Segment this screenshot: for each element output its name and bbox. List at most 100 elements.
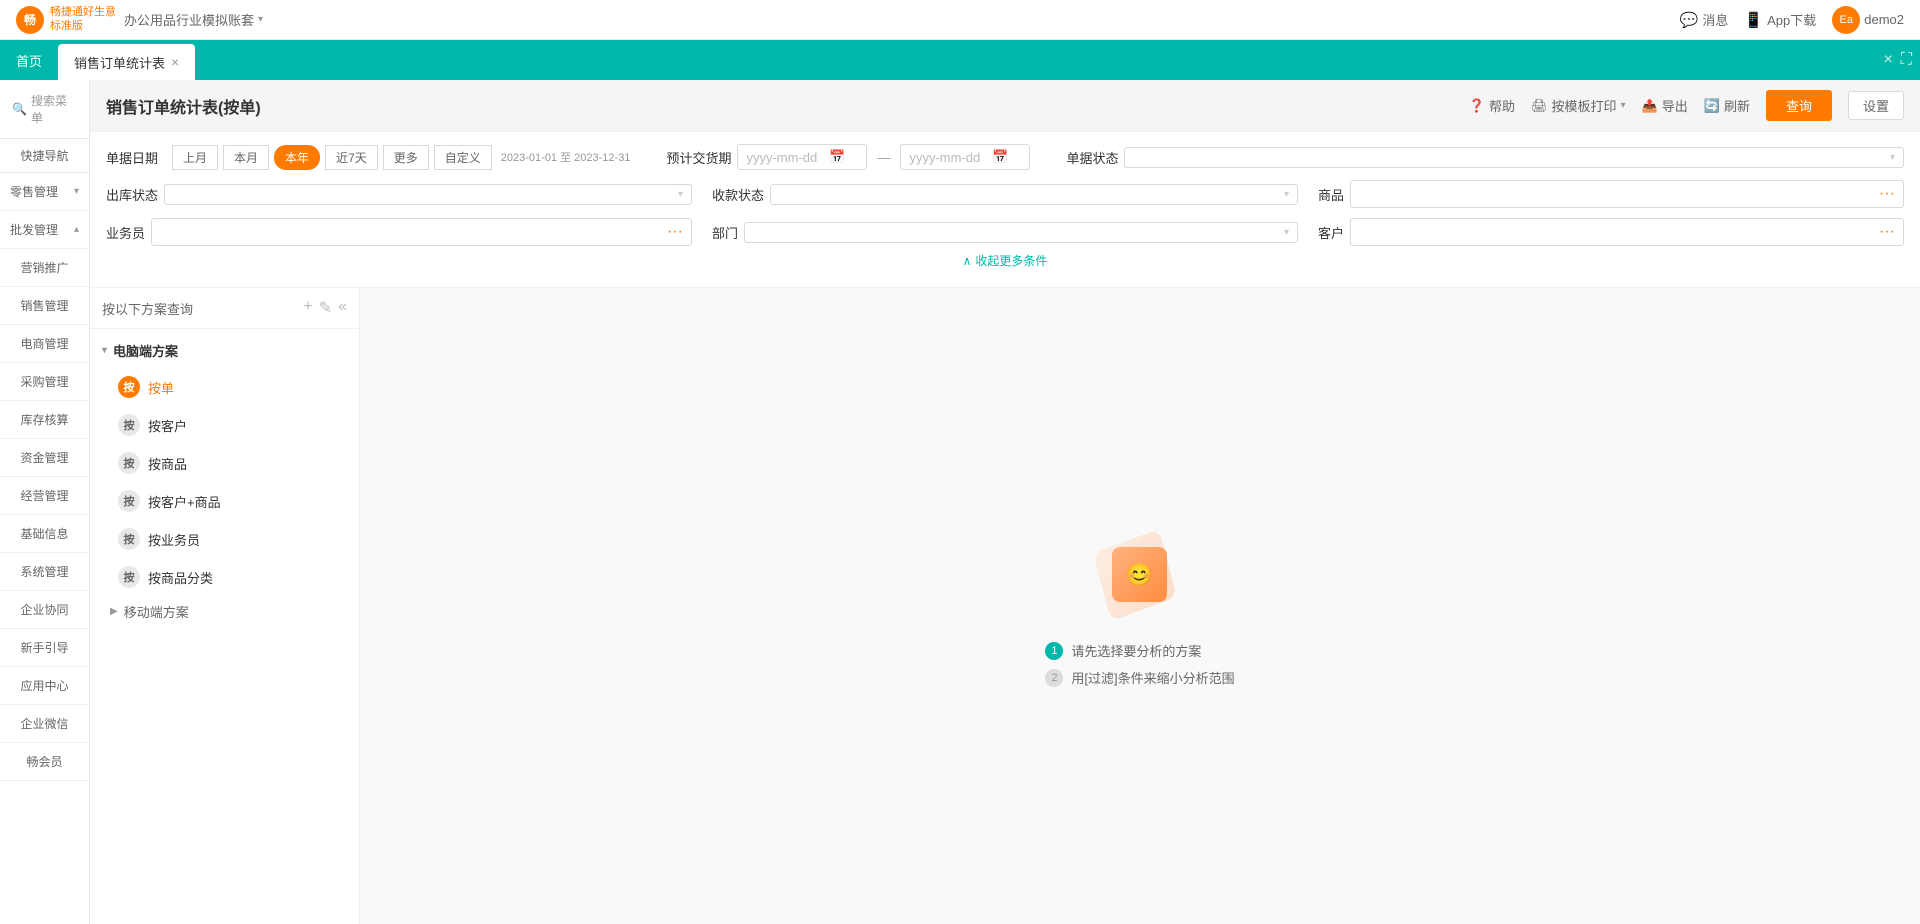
salesperson-label: 业务员 <box>106 223 145 242</box>
sidebar-search-area: 🔍 搜索菜单 <box>0 80 89 139</box>
page-title: 销售订单统计表(按单) <box>106 94 261 118</box>
sidebar-item-ecommerce[interactable]: 电商管理 <box>0 325 89 363</box>
setting-button[interactable]: 设置 <box>1848 91 1904 120</box>
sidebar-item-system[interactable]: 系统管理 <box>0 553 89 591</box>
scheme-entry-by-customer-goods[interactable]: 按 按客户+商品 <box>90 482 359 520</box>
nav-tabs: 首页 销售订单统计表 × × ⛶ <box>0 40 1920 80</box>
window-close-icon[interactable]: × <box>1883 51 1892 69</box>
collapse-icon: ∧ <box>963 254 972 268</box>
tab-home[interactable]: 首页 <box>0 40 58 80</box>
sidebar-item-basic-info[interactable]: 基础信息 <box>0 515 89 553</box>
scheme-icon-by-customer: 按 <box>118 414 140 436</box>
app-logo-icon: 畅 <box>16 6 44 34</box>
scheme-group-mobile[interactable]: ▶ 移动端方案 <box>90 596 359 627</box>
sidebar-item-enterprise-wechat[interactable]: 企业微信 <box>0 705 89 743</box>
date-more-btn[interactable]: 更多 <box>383 145 429 170</box>
date-filter-group: 单据日期 上月 本月 本年 近7天 更多 自定义 2023-01-01 至 20… <box>106 145 630 170</box>
calendar-from-icon: 📅 <box>829 149 845 165</box>
expected-date-from[interactable]: yyyy-mm-dd 📅 <box>737 144 867 170</box>
page-header: 销售订单统计表(按单) ❓ 帮助 🖨 按模板打印 ▾ 📤 导出 🔄 刷新 <box>90 80 1920 132</box>
add-scheme-icon[interactable]: + <box>303 298 312 318</box>
ship-status-arrow-icon: ▾ <box>678 189 683 200</box>
hint-badge-2: 2 <box>1045 669 1063 687</box>
sidebar-item-operations[interactable]: 经营管理 <box>0 477 89 515</box>
sidebar-item-member[interactable]: 畅会员 <box>0 743 89 781</box>
message-icon: 💬 <box>1680 11 1699 29</box>
main-content: 🔍 搜索菜单 快捷导航 零售管理 ▾ 批发管理 ▴ 营销推广 销售管理 电商管理… <box>0 80 1920 924</box>
mobile-group-arrow-icon: ▶ <box>110 606 118 617</box>
scheme-entry-by-goods[interactable]: 按 按商品 <box>90 444 359 482</box>
customer-dots-icon[interactable]: ··· <box>1879 223 1895 241</box>
scheme-entry-by-customer[interactable]: 按 按客户 <box>90 406 359 444</box>
wholesale-expand-icon: ▴ <box>74 224 79 235</box>
pay-status-arrow-icon: ▾ <box>1284 189 1289 200</box>
sidebar-item-retail[interactable]: 零售管理 ▾ <box>0 173 89 211</box>
scheme-entry-by-goods-category[interactable]: 按 按商品分类 <box>90 558 359 596</box>
sidebar: 🔍 搜索菜单 快捷导航 零售管理 ▾ 批发管理 ▴ 营销推广 销售管理 电商管理… <box>0 80 90 924</box>
date-custom-btn[interactable]: 自定义 <box>434 145 492 170</box>
ship-status-select[interactable]: ▾ <box>164 184 692 205</box>
sidebar-item-finance[interactable]: 资金管理 <box>0 439 89 477</box>
page-header-actions: ❓ 帮助 🖨 按模板打印 ▾ 📤 导出 🔄 刷新 查询 设置 <box>1469 90 1904 121</box>
scheme-entry-by-order[interactable]: 按 按单 <box>90 368 359 406</box>
refresh-button[interactable]: 🔄 刷新 <box>1704 96 1750 115</box>
tab-sales-order-stats[interactable]: 销售订单统计表 × <box>58 44 195 80</box>
scheme-entry-by-salesperson[interactable]: 按 按业务员 <box>90 520 359 558</box>
filter-row-people: 业务员 ··· 部门 ▾ 客户 <box>106 218 1904 246</box>
expected-date-label: 预计交货期 <box>666 148 731 167</box>
date-last7-btn[interactable]: 近7天 <box>325 145 378 170</box>
message-button[interactable]: 💬 消息 <box>1680 10 1729 29</box>
help-button[interactable]: ❓ 帮助 <box>1469 96 1515 115</box>
ship-status-group: 出库状态 ▾ <box>106 184 692 205</box>
refresh-icon: 🔄 <box>1704 98 1720 114</box>
print-button[interactable]: 🖨 按模板打印 ▾ <box>1531 96 1626 115</box>
sidebar-item-wholesale[interactable]: 批发管理 ▴ <box>0 211 89 249</box>
print-icon: 🖨 <box>1531 98 1548 114</box>
scheme-panel-header: 按以下方案查询 + ✎ « <box>90 288 359 329</box>
goods-dots-icon[interactable]: ··· <box>1879 185 1895 203</box>
sidebar-item-newbie[interactable]: 新手引导 <box>0 629 89 667</box>
print-arrow-icon: ▾ <box>1621 100 1626 111</box>
avatar: Ea <box>1832 6 1860 34</box>
date-this-month-btn[interactable]: 本月 <box>223 145 269 170</box>
salesperson-dots-icon[interactable]: ··· <box>667 223 683 241</box>
collapse-filter-button[interactable]: ∧ 收起更多条件 <box>106 246 1904 275</box>
search-menu-button[interactable]: 🔍 搜索菜单 <box>8 88 81 130</box>
customer-select[interactable]: ··· <box>1350 218 1904 246</box>
query-button[interactable]: 查询 <box>1766 90 1832 121</box>
sidebar-item-purchase[interactable]: 采购管理 <box>0 363 89 401</box>
app-download-button[interactable]: 📱 App下载 <box>1744 10 1816 29</box>
window-maximize-icon[interactable]: ⛶ <box>1901 51 1912 69</box>
sidebar-item-app-center[interactable]: 应用中心 <box>0 667 89 705</box>
salesperson-group: 业务员 ··· <box>106 218 692 246</box>
dept-group: 部门 ▾ <box>712 222 1298 243</box>
app-selector-arrow-icon: ▾ <box>258 14 263 25</box>
doc-status-label: 单据状态 <box>1066 148 1118 167</box>
date-last-month-btn[interactable]: 上月 <box>172 145 218 170</box>
sidebar-item-sales[interactable]: 销售管理 <box>0 287 89 325</box>
sidebar-item-enterprise[interactable]: 企业协同 <box>0 591 89 629</box>
tab-close-icon[interactable]: × <box>171 54 179 70</box>
scheme-panel-title: 按以下方案查询 <box>102 299 193 318</box>
sidebar-item-marketing[interactable]: 营销推广 <box>0 249 89 287</box>
scheme-group-pc: ▾ 电脑端方案 <box>90 333 359 368</box>
salesperson-select[interactable]: ··· <box>151 218 692 246</box>
app-selector[interactable]: 办公用品行业模拟账套 ▾ <box>124 10 263 29</box>
empty-hints: 1 请先选择要分析的方案 2 用[过滤]条件来缩小分析范围 <box>1045 641 1234 687</box>
quick-nav-button[interactable]: 快捷导航 <box>0 139 89 173</box>
edit-scheme-icon[interactable]: ✎ <box>319 298 332 318</box>
user-profile[interactable]: Ea demo2 <box>1832 6 1904 34</box>
collapse-scheme-icon[interactable]: « <box>338 298 347 318</box>
doc-status-select[interactable]: ▾ <box>1124 147 1904 168</box>
sidebar-menu: 零售管理 ▾ 批发管理 ▴ 营销推广 销售管理 电商管理 采购管理 库存核算 资… <box>0 173 89 924</box>
goods-select[interactable]: ··· <box>1350 180 1904 208</box>
dept-select[interactable]: ▾ <box>744 222 1298 243</box>
expected-date-to[interactable]: yyyy-mm-dd 📅 <box>900 144 1030 170</box>
date-this-year-btn[interactable]: 本年 <box>274 145 320 170</box>
pay-status-select[interactable]: ▾ <box>770 184 1298 205</box>
export-button[interactable]: 📤 导出 <box>1642 96 1688 115</box>
date-range-display: 2023-01-01 至 2023-12-31 <box>501 149 631 165</box>
scheme-icon-by-customer-goods: 按 <box>118 490 140 512</box>
sidebar-item-inventory[interactable]: 库存核算 <box>0 401 89 439</box>
date-separator: — <box>873 150 894 165</box>
